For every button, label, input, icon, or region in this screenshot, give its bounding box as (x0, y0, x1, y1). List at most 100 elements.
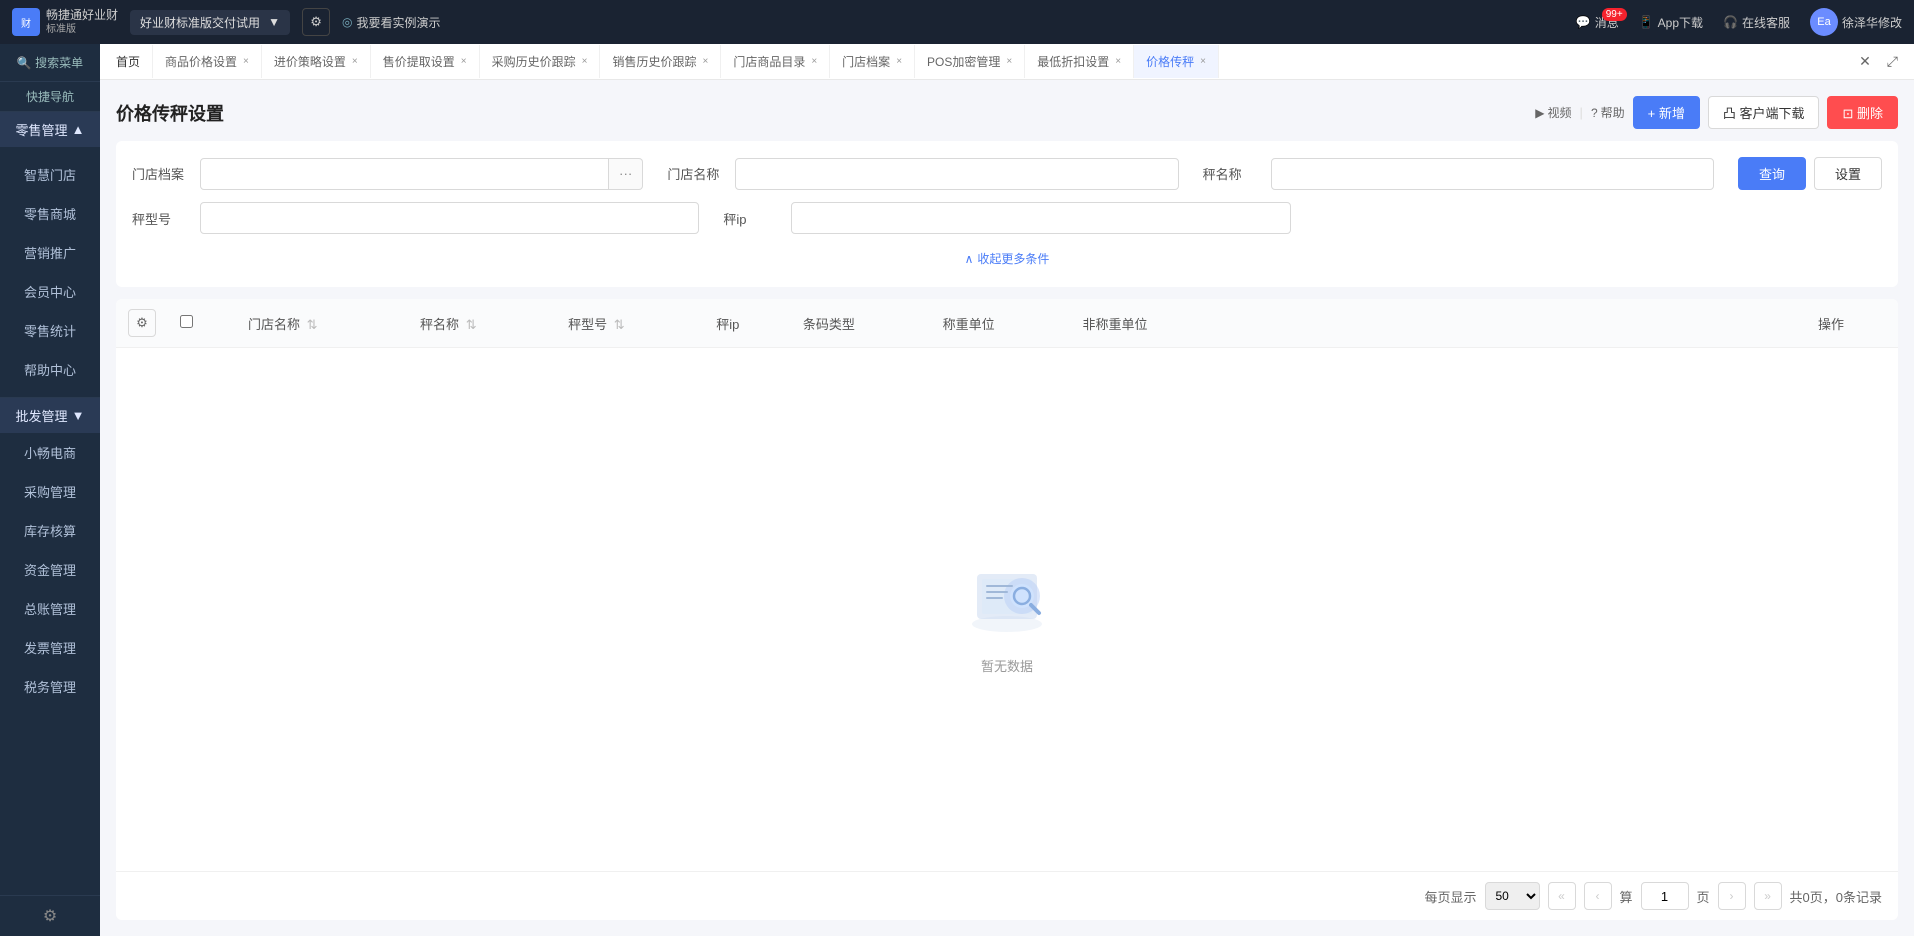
scale-ip-field: 秤ip (723, 202, 1290, 234)
mobile-icon: 📱 (1639, 15, 1654, 29)
tab-pos-encryption[interactable]: POS加密管理 × (915, 45, 1025, 78)
sidebar-item-tax[interactable]: 税务管理 (0, 667, 100, 706)
user-area[interactable]: Ea 徐泽华修改 (1810, 8, 1902, 36)
tab-close-icon[interactable]: × (896, 56, 902, 67)
tab-close-icon[interactable]: × (582, 56, 588, 67)
page-size-select[interactable]: 50 10 20 100 (1485, 882, 1540, 910)
store-archive-input[interactable] (200, 158, 609, 190)
help-icon: ? (1591, 106, 1598, 120)
store-archive-picker-button[interactable]: ··· (609, 158, 643, 190)
form-row-1: 门店档案 ··· 门店名称 秤名称 (132, 157, 1882, 190)
store-name-input[interactable] (735, 158, 1178, 190)
search-icon: 🔍 (17, 56, 32, 70)
sidebar-item-member-center[interactable]: 会员中心 (0, 272, 100, 311)
expand-icon: ▲ (72, 122, 85, 137)
table-settings-button[interactable]: ⚙ (128, 309, 156, 337)
tab-store-catalog[interactable]: 门店商品目录 × (721, 45, 830, 78)
tab-close-icon[interactable]: × (461, 56, 467, 67)
page-number-input[interactable] (1641, 882, 1689, 910)
collapse-bar[interactable]: ∧ 收起更多条件 (132, 246, 1882, 271)
tab-close-icon[interactable]: × (702, 56, 708, 67)
th-store-name[interactable]: 门店名称 ⇅ (236, 299, 408, 348)
messages-button[interactable]: 💬 消息 99+ (1576, 14, 1619, 31)
avatar: Ea (1810, 8, 1838, 36)
th-select-all: ⚙ (116, 299, 168, 348)
sidebar-item-retail-mall[interactable]: 零售商城 (0, 194, 100, 233)
select-all-checkbox[interactable] (180, 315, 193, 328)
tab-price-scale[interactable]: 价格传秤 × (1134, 45, 1219, 78)
th-action: 操作 (1806, 299, 1898, 348)
page-actions: ▶ 视频 | ? 帮助 + 新增 凸 客户端下载 (1535, 96, 1898, 129)
demo-button[interactable]: 我要看实例演示 (342, 14, 441, 31)
page-title: 价格传秤设置 (116, 100, 224, 126)
sidebar-item-wholesale-mgmt[interactable]: 批发管理 ▼ (0, 398, 100, 433)
tab-product-price[interactable]: 商品价格设置 × (153, 45, 262, 78)
config-button[interactable]: 设置 (1814, 157, 1882, 190)
sidebar-quick-nav[interactable]: 快捷导航 (0, 82, 100, 112)
tab-bar-actions: ✕ ⤢ (1847, 49, 1910, 74)
tab-purchase-strategy[interactable]: 进价策略设置 × (262, 45, 371, 78)
sidebar-item-retail-mgmt[interactable]: 零售管理 ▲ (0, 112, 100, 147)
sidebar-item-finance[interactable]: 资金管理 (0, 550, 100, 589)
topbar-settings-button[interactable]: ⚙ (302, 8, 330, 36)
app-download-button[interactable]: 📱 App下载 (1639, 14, 1703, 31)
edition-selector[interactable]: 好业财标准版交付试用 ▼ (130, 10, 290, 35)
sidebar-item-marketing[interactable]: 营销推广 (0, 233, 100, 272)
scale-ip-input[interactable] (791, 202, 1290, 234)
tab-store-archive[interactable]: 门店档案 × (830, 45, 915, 78)
tab-sales-history[interactable]: 销售历史价跟踪 × (600, 45, 721, 78)
scale-model-field: 秤型号 (132, 202, 699, 234)
tab-close-icon[interactable]: × (1200, 56, 1206, 67)
delete-button[interactable]: ⊡ 删除 (1827, 96, 1898, 129)
sidebar-item-help-center[interactable]: 帮助中心 (0, 350, 100, 389)
sidebar-item-smart-store[interactable]: 智慧门店 (0, 155, 100, 194)
th-checkbox (168, 299, 236, 348)
th-scale-name[interactable]: 秤名称 ⇅ (408, 299, 556, 348)
prev-page-button[interactable]: ‹ (1584, 882, 1612, 910)
download-button[interactable]: 凸 客户端下载 (1708, 96, 1820, 129)
th-scale-model[interactable]: 秤型号 ⇅ (556, 299, 704, 348)
online-service-button[interactable]: 🎧 在线客服 (1723, 14, 1790, 31)
th-non-weight-unit: 非称重单位 (1070, 299, 1806, 348)
tab-fullscreen-button[interactable]: ⤢ (1883, 49, 1902, 74)
next-page-button[interactable]: › (1718, 882, 1746, 910)
scale-model-label: 秤型号 (132, 209, 192, 228)
sidebar-item-retail-stats[interactable]: 零售统计 (0, 311, 100, 350)
scale-name-input[interactable] (1271, 158, 1714, 190)
search-button[interactable]: 查询 (1738, 157, 1806, 190)
th-scale-ip: 秤ip (704, 299, 791, 348)
divider: | (1580, 105, 1583, 120)
sidebar-item-ecommerce[interactable]: 小畅电商 (0, 433, 100, 472)
tab-close-icon[interactable]: × (243, 56, 249, 67)
tab-close-icon[interactable]: × (811, 56, 817, 67)
sort-icon: ⇅ (466, 317, 477, 332)
video-link[interactable]: ▶ 视频 (1535, 104, 1571, 121)
expand-icon-wholesale: ▼ (72, 408, 85, 423)
empty-illustration (957, 544, 1057, 644)
first-page-button[interactable]: « (1548, 882, 1576, 910)
page-content: 价格传秤设置 ▶ 视频 | ? 帮助 + 新增 (100, 80, 1914, 936)
sidebar-search[interactable]: 🔍 搜索菜单 (0, 44, 100, 82)
tab-price-extract[interactable]: 售价提取设置 × (371, 45, 480, 78)
sidebar-item-inventory[interactable]: 库存核算 (0, 511, 100, 550)
help-link[interactable]: ? 帮助 (1591, 104, 1625, 121)
gear-icon: ⚙ (43, 908, 57, 925)
page-header: 价格传秤设置 ▶ 视频 | ? 帮助 + 新增 (116, 96, 1898, 129)
sidebar-item-invoice[interactable]: 发票管理 (0, 628, 100, 667)
add-button[interactable]: + 新增 (1633, 96, 1700, 129)
sidebar-settings-button[interactable]: ⚙ (0, 895, 100, 936)
tab-purchase-history[interactable]: 采购历史价跟踪 × (480, 45, 601, 78)
tab-close-icon[interactable]: × (352, 56, 358, 67)
store-archive-label: 门店档案 (132, 164, 192, 183)
scale-model-input[interactable] (200, 202, 699, 234)
sidebar-item-purchase-mgmt[interactable]: 采购管理 (0, 472, 100, 511)
tab-close-all-button[interactable]: ✕ (1855, 49, 1875, 74)
sidebar-item-ledger[interactable]: 总账管理 (0, 589, 100, 628)
tab-close-icon[interactable]: × (1006, 56, 1012, 67)
empty-text: 暂无数据 (981, 656, 1033, 675)
version-badge: 标准版 (46, 23, 118, 36)
tab-min-discount[interactable]: 最低折扣设置 × (1025, 45, 1134, 78)
last-page-button[interactable]: » (1754, 882, 1782, 910)
tab-close-icon[interactable]: × (1115, 56, 1121, 67)
tab-home[interactable]: 首页 (104, 45, 153, 78)
